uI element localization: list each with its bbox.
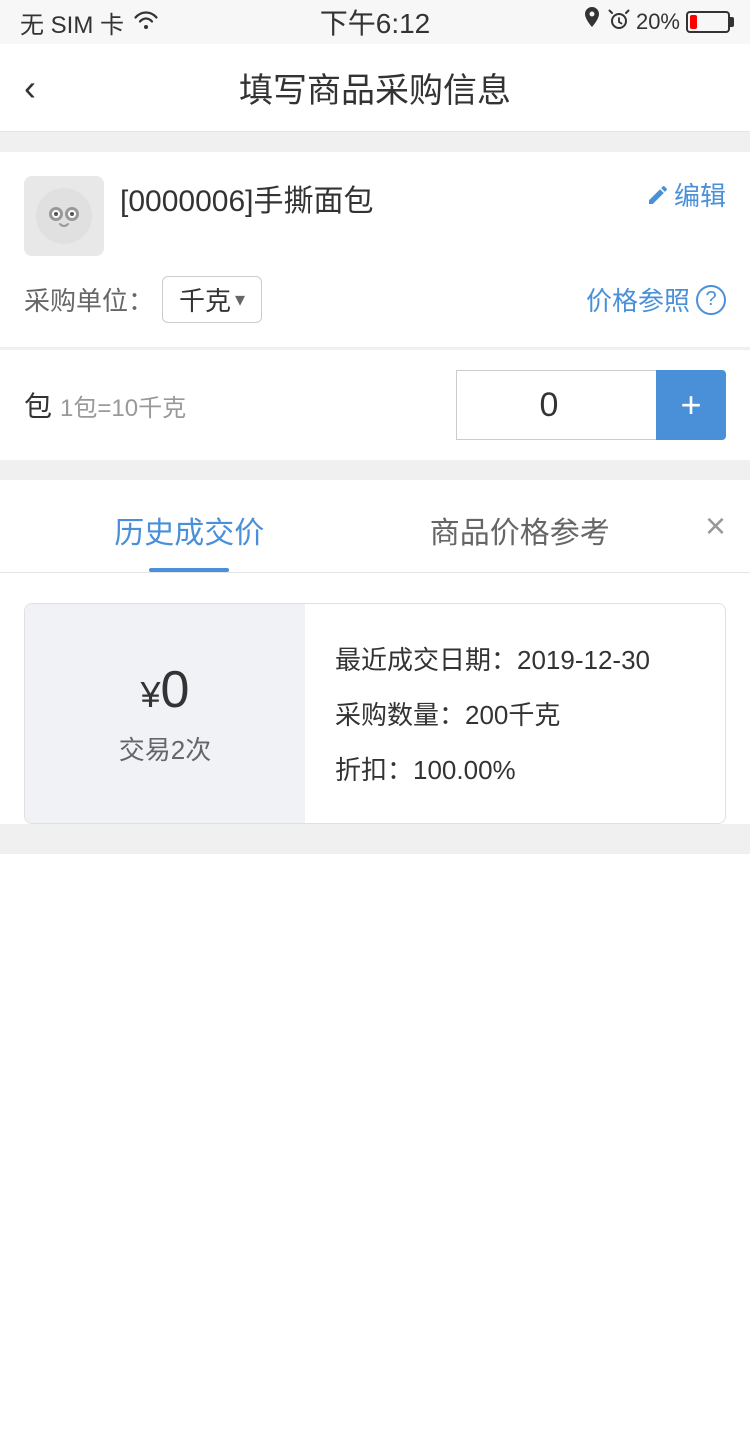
unit-label: 采购单位： xyxy=(24,281,154,318)
battery-percent: 20% xyxy=(636,9,680,35)
history-card: ¥0 交易2次 最近成交日期：2019-12-30 采购数量：200千克 折扣：… xyxy=(24,603,726,824)
quantity-labels: 包 1包=10千克 xyxy=(24,385,186,425)
product-full-name: [0000006]手撕面包 xyxy=(120,185,373,218)
quantity-conversion: 1包=10千克 xyxy=(60,388,186,423)
price-number: 0 xyxy=(161,661,190,719)
history-price-value: ¥0 xyxy=(141,660,190,720)
history-price-summary: ¥0 交易2次 xyxy=(25,604,305,823)
bottom-panel: 历史成交价 商品价格参考 × ¥0 交易2次 最近成交日期：2019-12-30… xyxy=(0,480,750,824)
tab-price-ref-label: 商品价格参考 xyxy=(430,517,610,550)
unit-select[interactable]: 千克 ▾ xyxy=(162,276,262,323)
tab-history-price[interactable]: 历史成交价 xyxy=(24,480,354,572)
quantity-plus-button[interactable]: + xyxy=(656,370,726,440)
page-title: 填写商品采购信息 xyxy=(239,63,511,112)
status-right: 20% xyxy=(582,7,730,37)
product-card: [0000006]手撕面包 编辑 采购单位： 千克 ▾ 价格参照 ? xyxy=(0,152,750,347)
tab-history-label: 历史成交价 xyxy=(114,517,264,550)
price-ref-help-icon: ? xyxy=(696,285,726,315)
status-time: 下午6:12 xyxy=(320,2,431,42)
location-icon xyxy=(582,7,602,37)
status-left: 无 SIM 卡 xyxy=(20,5,160,40)
panel-close-button[interactable]: × xyxy=(685,485,726,567)
wifi-icon xyxy=(132,8,160,37)
edit-button[interactable]: 编辑 xyxy=(646,176,726,213)
nav-bar: ‹ 填写商品采购信息 xyxy=(0,44,750,132)
back-button[interactable]: ‹ xyxy=(24,67,36,109)
product-info xyxy=(24,176,104,256)
price-reference-button[interactable]: 价格参照 ? xyxy=(586,281,726,318)
currency-symbol: ¥ xyxy=(141,674,161,715)
unit-value: 千克 xyxy=(179,281,231,318)
chevron-down-icon: ▾ xyxy=(235,287,245,312)
price-ref-label: 价格参照 xyxy=(586,281,690,318)
carrier-text: 无 SIM 卡 xyxy=(20,5,124,40)
tabs-row: 历史成交价 商品价格参考 × xyxy=(0,480,750,573)
edit-label: 编辑 xyxy=(674,176,726,213)
history-discount-row: 折扣：100.00% xyxy=(335,750,695,787)
quantity-section: 包 1包=10千克 + xyxy=(0,349,750,460)
quantity-input-block: + xyxy=(456,370,726,440)
quantity-unit: 包 xyxy=(24,385,52,425)
status-bar: 无 SIM 卡 下午6:12 20% xyxy=(0,0,750,44)
history-trades: 交易2次 xyxy=(119,730,211,767)
section-divider xyxy=(0,460,750,480)
quantity-input[interactable] xyxy=(456,370,656,440)
plus-icon: + xyxy=(680,384,701,426)
product-thumbnail xyxy=(24,176,104,256)
page-fill xyxy=(0,854,750,1454)
history-details: 最近成交日期：2019-12-30 采购数量：200千克 折扣：100.00% xyxy=(305,604,725,823)
history-qty-row: 采购数量：200千克 xyxy=(335,695,695,732)
tab-product-price-ref[interactable]: 商品价格参考 xyxy=(354,480,684,572)
battery-icon xyxy=(686,11,730,33)
history-date-row: 最近成交日期：2019-12-30 xyxy=(335,640,695,677)
alarm-icon xyxy=(608,8,630,36)
